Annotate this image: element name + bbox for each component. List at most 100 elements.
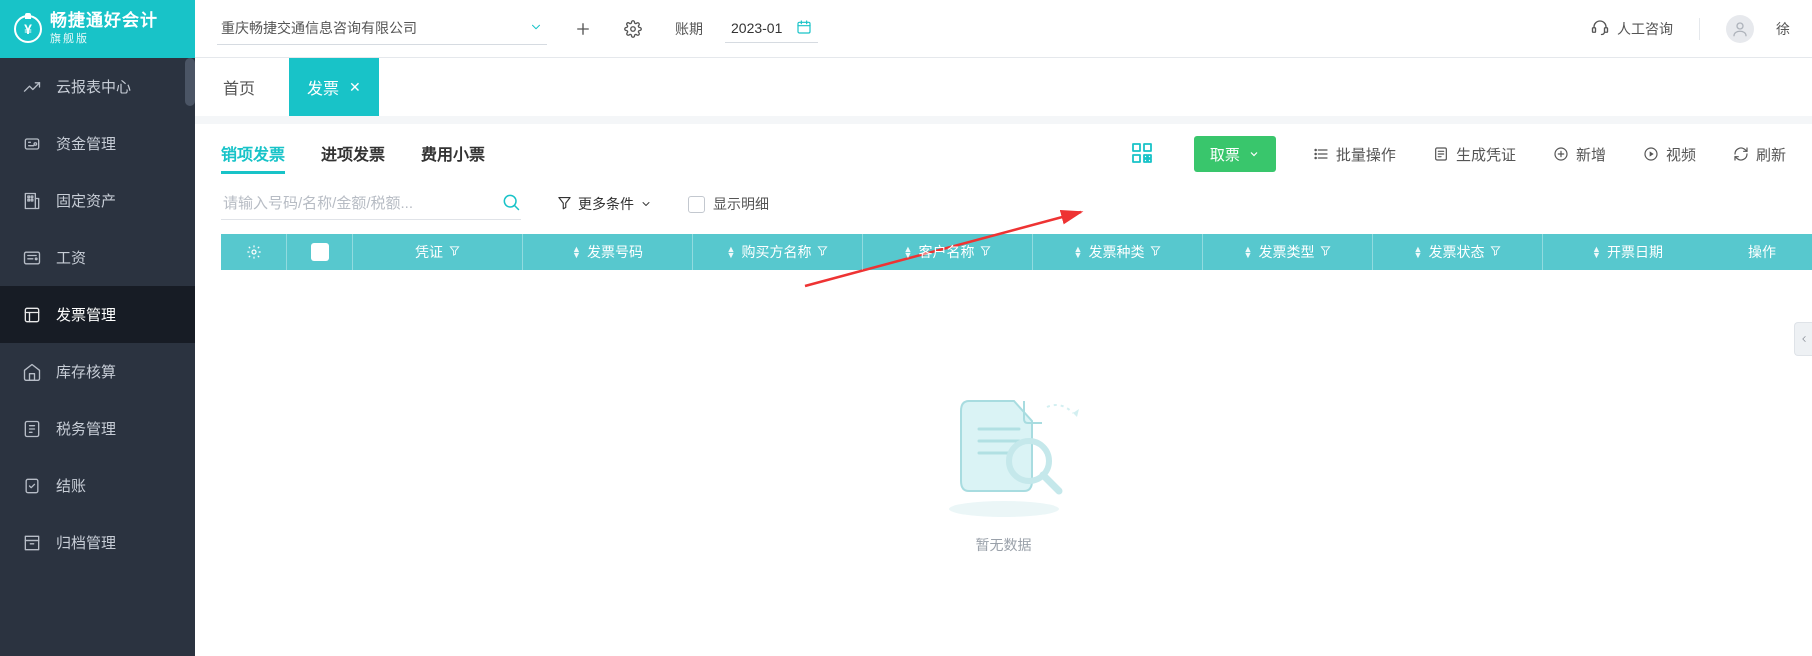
sidebar-item-icon xyxy=(22,362,42,382)
sidebar-item-7[interactable]: 结账 xyxy=(0,457,195,514)
sidebar-item-icon xyxy=(22,419,42,439)
column-header-4[interactable]: ▲▼ 发票种类 xyxy=(1033,234,1203,270)
column-header-6[interactable]: ▲▼ 发票状态 xyxy=(1373,234,1543,270)
column-header-3[interactable]: ▲▼客户名称 xyxy=(863,234,1033,270)
sort-icon: ▲▼ xyxy=(1074,246,1083,258)
headset-icon xyxy=(1591,18,1609,39)
column-label: 凭证 xyxy=(415,242,443,262)
sidebar-item-0[interactable]: 云报表中心 xyxy=(0,58,195,115)
sort-icon: ▲▼ xyxy=(572,246,581,258)
support-label: 人工咨询 xyxy=(1617,19,1673,39)
voucher-icon xyxy=(1432,145,1450,163)
batch-action-button[interactable]: 批量操作 xyxy=(1312,144,1396,165)
sidebar-item-5[interactable]: 库存核算 xyxy=(0,343,195,400)
subtab-0[interactable]: 销项发票 xyxy=(221,135,285,174)
user-name: 徐 xyxy=(1776,19,1790,39)
column-label: 购买方名称 xyxy=(741,242,811,262)
filter-row: 更多条件 显示明细 xyxy=(195,184,1812,234)
close-icon[interactable]: ✕ xyxy=(349,79,361,96)
chevron-down-icon xyxy=(529,20,543,37)
sidebar-item-label: 云报表中心 xyxy=(56,76,131,97)
sidebar-item-label: 工资 xyxy=(56,247,86,268)
voucher-label: 生成凭证 xyxy=(1456,144,1516,165)
brand-subtitle: 旗舰版 xyxy=(50,30,158,46)
more-conditions-button[interactable]: 更多条件 xyxy=(557,194,652,214)
column-label: 发票种类 xyxy=(1088,242,1144,262)
column-label: 发票类型 xyxy=(1258,242,1314,262)
company-select[interactable]: 重庆畅捷交通信息咨询有限公司 xyxy=(217,12,547,45)
more-conditions-label: 更多条件 xyxy=(578,194,634,214)
refresh-button[interactable]: 刷新 xyxy=(1732,144,1786,165)
content: 销项发票进项发票费用小票 取票 批量操作 生成凭 xyxy=(195,116,1812,656)
sidebar-item-label: 结账 xyxy=(56,475,86,496)
batch-label: 批量操作 xyxy=(1336,144,1396,165)
sidebar-item-1[interactable]: 资金管理 xyxy=(0,115,195,172)
period-value: 2023-01 xyxy=(731,20,782,36)
fetch-invoice-label: 取票 xyxy=(1210,144,1240,165)
column-header-2[interactable]: ▲▼ 购买方名称 xyxy=(693,234,863,270)
subtab-2[interactable]: 费用小票 xyxy=(421,135,485,174)
column-header-7[interactable]: ▲▼开票日期 xyxy=(1543,234,1712,270)
play-circle-icon xyxy=(1642,145,1660,163)
page-tab-1[interactable]: 发票 ✕ xyxy=(289,58,379,116)
sidebar-item-label: 固定资产 xyxy=(56,190,116,211)
generate-voucher-button[interactable]: 生成凭证 xyxy=(1432,144,1516,165)
show-detail-toggle[interactable]: 显示明细 xyxy=(688,194,769,214)
brand: ¥ 畅捷通好会计 旗舰版 xyxy=(0,0,195,58)
panel-collapse-handle[interactable] xyxy=(1794,322,1812,356)
search-field[interactable] xyxy=(221,188,521,220)
sidebar-item-icon xyxy=(22,77,42,97)
settings-button[interactable] xyxy=(619,15,647,43)
show-detail-label: 显示明细 xyxy=(713,194,769,214)
add-company-button[interactable] xyxy=(569,15,597,43)
period-label: 账期 xyxy=(675,19,703,39)
add-button[interactable]: 新增 xyxy=(1552,144,1606,165)
sidebar-item-6[interactable]: 税务管理 xyxy=(0,400,195,457)
sidebar-item-icon xyxy=(22,476,42,496)
list-icon xyxy=(1312,145,1330,163)
period-select[interactable]: 2023-01 xyxy=(725,15,818,43)
sort-icon: ▲▼ xyxy=(727,246,736,258)
sidebar-item-icon xyxy=(22,191,42,211)
empty-state: 暂无数据 xyxy=(195,270,1812,656)
qr-code-button[interactable] xyxy=(1126,137,1158,172)
filter-icon xyxy=(449,245,460,259)
column-header-0[interactable]: 凭证 xyxy=(353,234,523,270)
sidebar-item-icon xyxy=(22,248,42,268)
subtab-1[interactable]: 进项发票 xyxy=(321,135,385,174)
topbar: 重庆畅捷交通信息咨询有限公司 账期 2023-01 xyxy=(195,0,1812,58)
table-header: 凭证▲▼发票号码▲▼购买方名称▲▼客户名称▲▼发票种类▲▼发票类型▲▼发票状态▲… xyxy=(221,234,1812,270)
user-avatar[interactable] xyxy=(1726,15,1754,43)
sidebar-item-2[interactable]: 固定资产 xyxy=(0,172,195,229)
sidebar-item-icon xyxy=(22,305,42,325)
column-header-1[interactable]: ▲▼发票号码 xyxy=(523,234,693,270)
sidebar-item-3[interactable]: 工资 xyxy=(0,229,195,286)
sidebar-item-label: 发票管理 xyxy=(56,304,116,325)
column-label: 发票状态 xyxy=(1428,242,1484,262)
sort-icon: ▲▼ xyxy=(1592,246,1601,258)
page-tab-0[interactable]: 首页 xyxy=(217,58,261,116)
sidebar-item-4[interactable]: 发票管理 xyxy=(0,286,195,343)
brand-title: 畅捷通好会计 xyxy=(50,12,158,31)
fetch-invoice-button[interactable]: 取票 xyxy=(1194,136,1276,172)
column-settings-button[interactable] xyxy=(221,234,287,270)
filter-icon xyxy=(980,245,991,259)
add-label: 新增 xyxy=(1576,144,1606,165)
sidebar-item-label: 库存核算 xyxy=(56,361,116,382)
column-header-5[interactable]: ▲▼发票类型 xyxy=(1203,234,1373,270)
filter-icon xyxy=(1150,245,1161,259)
select-all-checkbox[interactable] xyxy=(287,234,353,270)
support-button[interactable]: 人工咨询 xyxy=(1591,18,1673,39)
tab-label: 首页 xyxy=(223,75,255,99)
tab-label: 发票 xyxy=(307,75,339,99)
sidebar-item-label: 税务管理 xyxy=(56,418,116,439)
video-button[interactable]: 视频 xyxy=(1642,144,1696,165)
divider xyxy=(1699,18,1700,40)
search-input[interactable] xyxy=(221,194,501,213)
column-operations: 操作 xyxy=(1712,234,1812,270)
sidebar-scroll[interactable]: 云报表中心资金管理固定资产工资发票管理库存核算税务管理结账归档管理 xyxy=(0,58,195,656)
sidebar-item-8[interactable]: 归档管理 xyxy=(0,514,195,571)
sidebar-item-label: 资金管理 xyxy=(56,133,116,154)
sort-icon: ▲▼ xyxy=(1414,246,1423,258)
search-icon[interactable] xyxy=(501,192,521,215)
